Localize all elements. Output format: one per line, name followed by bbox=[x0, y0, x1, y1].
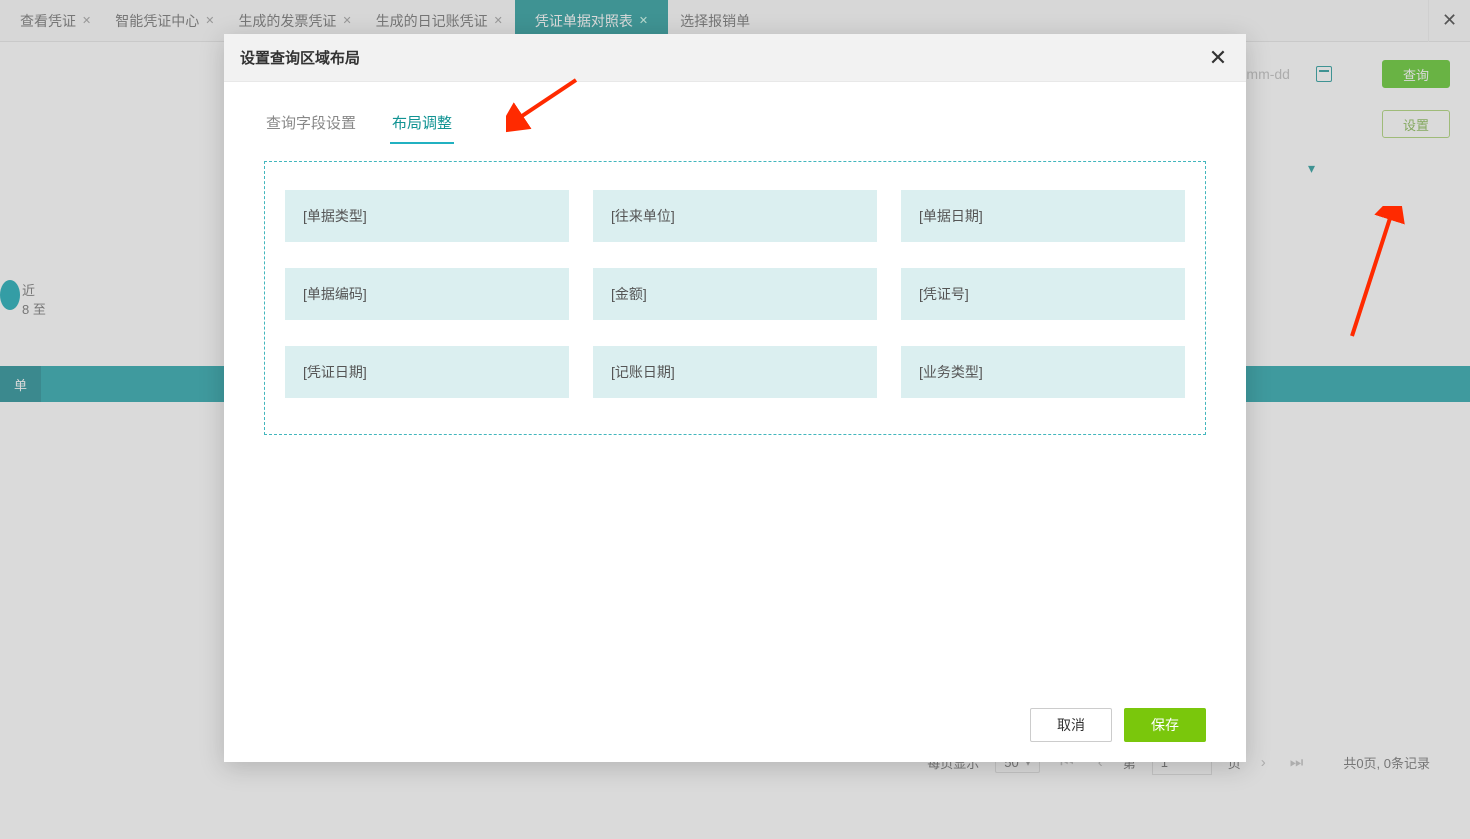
field-amount[interactable]: [金额] bbox=[593, 268, 877, 320]
field-posting-date[interactable]: [记账日期] bbox=[593, 346, 877, 398]
modal-overlay: 设置查询区域布局 ✕ 查询字段设置 布局调整 [单据类型] [往来 bbox=[0, 0, 1470, 839]
cancel-button[interactable]: 取消 bbox=[1030, 708, 1112, 742]
field-partner[interactable]: [往来单位] bbox=[593, 190, 877, 242]
field-bill-type[interactable]: [单据类型] bbox=[285, 190, 569, 242]
close-icon[interactable]: ✕ bbox=[1206, 46, 1230, 70]
layout-settings-modal: 设置查询区域布局 ✕ 查询字段设置 布局调整 [单据类型] [往来 bbox=[224, 34, 1246, 762]
field-grid: [单据类型] [往来单位] [单据日期] [单据编码] [金额] [凭证号] [… bbox=[285, 190, 1185, 398]
save-button[interactable]: 保存 bbox=[1124, 708, 1206, 742]
layout-drop-area[interactable]: [单据类型] [往来单位] [单据日期] [单据编码] [金额] [凭证号] [… bbox=[264, 161, 1206, 435]
modal-title: 设置查询区域布局 bbox=[240, 47, 360, 68]
field-voucher-no[interactable]: [凭证号] bbox=[901, 268, 1185, 320]
field-bill-date[interactable]: [单据日期] bbox=[901, 190, 1185, 242]
tab-layout-adjust[interactable]: 布局调整 bbox=[390, 106, 454, 143]
field-biz-type[interactable]: [业务类型] bbox=[901, 346, 1185, 398]
modal-tabs: 查询字段设置 布局调整 bbox=[264, 106, 1206, 143]
tab-query-fields[interactable]: 查询字段设置 bbox=[264, 106, 358, 143]
field-voucher-date[interactable]: [凭证日期] bbox=[285, 346, 569, 398]
field-bill-code[interactable]: [单据编码] bbox=[285, 268, 569, 320]
modal-body: 查询字段设置 布局调整 [单据类型] [往来单位] [单据日期] [单据编码] bbox=[224, 82, 1246, 702]
modal-footer: 取消 保存 bbox=[224, 702, 1246, 762]
modal-header: 设置查询区域布局 ✕ bbox=[224, 34, 1246, 82]
